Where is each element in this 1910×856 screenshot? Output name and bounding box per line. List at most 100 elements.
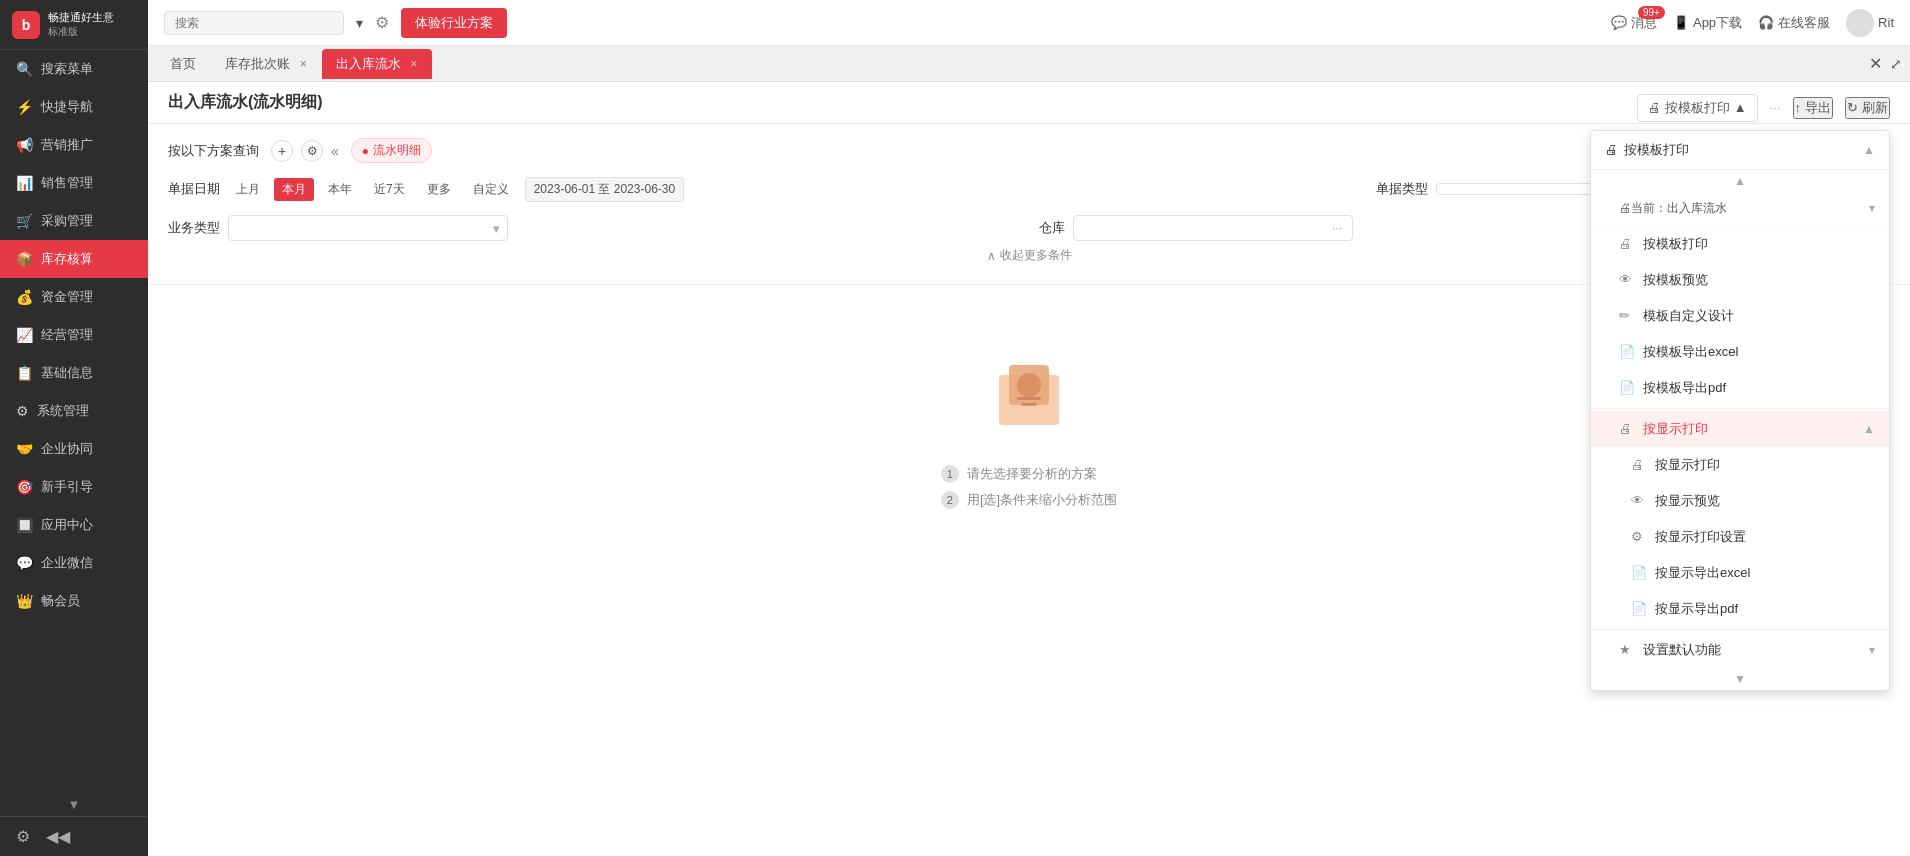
settings-icon[interactable]: ⚙ <box>16 827 30 846</box>
tab-batch-close[interactable]: × <box>300 57 307 71</box>
dropdown-scroll-up[interactable]: ▲ <box>1591 170 1889 192</box>
messages-btn[interactable]: 💬 消息 99+ <box>1611 14 1657 32</box>
chevron-up-icon: ∧ <box>987 249 996 263</box>
dropdown-chevron-up[interactable]: ▲ <box>1863 143 1875 157</box>
business-type-select-wrapper <box>228 215 508 241</box>
doc-type-label: 单据类型 <box>1376 180 1428 198</box>
sidebar-item-marketing[interactable]: 📢 营销推广 <box>0 126 148 164</box>
dropdown-item-template-pdf[interactable]: 📄 按模板导出pdf <box>1591 370 1889 406</box>
enterprise-icon: 🤝 <box>16 441 33 457</box>
sidebar-scroll-down[interactable]: ▼ <box>0 793 148 816</box>
print-template-btn[interactable]: 🖨 按模板打印 ▲ <box>1637 94 1758 122</box>
tabs-expand-icon[interactable]: ⤢ <box>1890 56 1902 72</box>
filter-setting-btn[interactable]: ⚙ <box>301 140 323 162</box>
dropdown-item-display-settings[interactable]: ⚙ 按显示打印设置 <box>1591 519 1889 555</box>
date-this-year[interactable]: 本年 <box>320 178 360 201</box>
svg-point-2 <box>1017 373 1041 397</box>
topbar-gear-icon[interactable]: ⚙ <box>375 13 389 32</box>
dropdown-item-display-excel[interactable]: 📄 按显示导出excel <box>1591 555 1889 591</box>
svg-rect-4 <box>1021 403 1037 406</box>
online-service-btn[interactable]: 🎧 在线客服 <box>1758 14 1830 32</box>
headset-icon: 🎧 <box>1758 15 1774 30</box>
sidebar-item-search-menu[interactable]: 🔍 搜索菜单 <box>0 50 148 88</box>
industry-btn[interactable]: 体验行业方案 <box>401 8 507 38</box>
tab-flow-close[interactable]: × <box>410 57 417 71</box>
dropdown-item-template-print[interactable]: 🖨 按模板打印 <box>1591 226 1889 262</box>
date-more[interactable]: 更多 <box>419 178 459 201</box>
dropdown-template-excel-icon: 📄 <box>1619 344 1635 359</box>
page-actions: 🖨 按模板打印 ▲ ··· ↑ 导出 ↻ 刷新 <box>1637 94 1890 122</box>
date-custom[interactable]: 自定义 <box>465 178 517 201</box>
empty-step-1: 1 请先选择要分析的方案 <box>941 465 1117 483</box>
vip-icon: 👑 <box>16 593 33 609</box>
sidebar-item-system[interactable]: ⚙ 系统管理 <box>0 392 148 430</box>
tab-batch[interactable]: 库存批次账 × <box>211 49 322 79</box>
sidebar-item-app-center[interactable]: 🔲 应用中心 <box>0 506 148 544</box>
dropdown-item-set-default[interactable]: ★ 设置默认功能 ▾ <box>1591 632 1889 668</box>
filter-type-tag[interactable]: ● 流水明细 <box>351 138 432 163</box>
sidebar-item-purchase[interactable]: 🛒 采购管理 <box>0 202 148 240</box>
empty-step-2: 2 用[选]条件来缩小分析范围 <box>941 491 1117 509</box>
tab-flow[interactable]: 出入库流水 × <box>322 49 433 79</box>
page-actions-wrapper: 🖨 按模板打印 ▲ ··· ↑ 导出 ↻ 刷新 <box>1637 94 1890 122</box>
filter-tag-icon: ● <box>362 144 369 158</box>
filter-collapse-btn[interactable]: « <box>331 143 339 159</box>
date-range-display[interactable]: 2023-06-01 至 2023-06-30 <box>525 177 684 202</box>
dropdown-divider-1 <box>1591 408 1889 409</box>
sidebar-logo: b 畅捷通好生意 标准版 <box>0 0 148 50</box>
finance-icon: 💰 <box>16 289 33 305</box>
operation-icon: 📈 <box>16 327 33 343</box>
user-avatar[interactable]: Rit <box>1846 9 1894 37</box>
sidebar-item-inventory[interactable]: 📦 库存核算 <box>0 240 148 278</box>
collapse-icon[interactable]: ◀◀ <box>46 827 70 846</box>
topbar-dropdown-icon[interactable]: ▾ <box>356 15 363 31</box>
date-last-month[interactable]: 上月 <box>228 178 268 201</box>
filter-add-btn[interactable]: + <box>271 140 293 162</box>
page-header: 出入库流水(流水明细) 🖨 按模板打印 ▲ ··· ↑ 导出 ↻ 刷 <box>148 82 1910 124</box>
filter-tag-label: 流水明细 <box>373 142 421 159</box>
sidebar-item-quick-nav[interactable]: ⚡ 快捷导航 <box>0 88 148 126</box>
date-this-month[interactable]: 本月 <box>274 178 314 201</box>
business-type-select[interactable] <box>228 215 508 241</box>
dropdown-display-print-icon: 🖨 <box>1631 457 1647 472</box>
sidebar-item-vip[interactable]: 👑 畅会员 <box>0 582 148 620</box>
filter-col-date: 单据日期 上月 本月 本年 近7天 更多 自定义 2023-06-01 至 20… <box>168 177 1356 202</box>
tab-home[interactable]: 首页 <box>156 49 211 79</box>
dropdown-item-template-preview[interactable]: 👁 按模板预览 <box>1591 262 1889 298</box>
sidebar-item-operation[interactable]: 📈 经营管理 <box>0 316 148 354</box>
date-last-7[interactable]: 近7天 <box>366 178 413 201</box>
app-download-btn[interactable]: 📱 App下载 <box>1673 14 1742 32</box>
sidebar-item-wechat[interactable]: 💬 企业微信 <box>0 544 148 582</box>
date-label: 单据日期 <box>168 180 220 198</box>
dropdown-scroll-down[interactable]: ▼ <box>1591 668 1889 690</box>
inventory-icon: 📦 <box>16 251 33 267</box>
tabs-close-all-icon[interactable]: ✕ <box>1869 54 1882 73</box>
sidebar-item-basic[interactable]: 📋 基础信息 <box>0 354 148 392</box>
topbar-search-input[interactable] <box>164 11 344 35</box>
dropdown-item-template-custom[interactable]: ✏ 模板自定义设计 <box>1591 298 1889 334</box>
dropdown-current-item: 🖨 当前：出入库流水 ▾ <box>1591 192 1889 226</box>
dropdown-item-display-pdf[interactable]: 📄 按显示导出pdf <box>1591 591 1889 627</box>
logo-sub: 标准版 <box>48 25 114 39</box>
refresh-btn[interactable]: ↻ 刷新 <box>1845 97 1890 119</box>
warehouse-more-icon[interactable]: ··· <box>1332 221 1342 235</box>
dropdown-current-label: 当前：出入库流水 <box>1631 200 1727 217</box>
warehouse-field[interactable]: ··· <box>1073 215 1353 241</box>
dropdown-template-preview-icon: 👁 <box>1619 272 1635 287</box>
dropdown-header: 🖨 按模板打印 ▲ <box>1591 131 1889 170</box>
dropdown-item-display-print[interactable]: 🖨 按显示打印 <box>1591 447 1889 483</box>
sidebar-item-enterprise[interactable]: 🤝 企业协同 <box>0 430 148 468</box>
username-label: Rit <box>1878 15 1894 30</box>
sidebar-item-sales[interactable]: 📊 销售管理 <box>0 164 148 202</box>
basic-icon: 📋 <box>16 365 33 381</box>
dropdown-item-template-excel[interactable]: 📄 按模板导出excel <box>1591 334 1889 370</box>
export-btn[interactable]: ↑ 导出 <box>1793 97 1834 119</box>
topbar: ▾ ⚙ 体验行业方案 💬 消息 99+ 📱 App下载 🎧 在线客服 Rit <box>148 0 1910 46</box>
content-area: 出入库流水(流水明细) 🖨 按模板打印 ▲ ··· ↑ 导出 ↻ 刷 <box>148 82 1910 856</box>
dropdown-panel: 🖨 按模板打印 ▲ ▲ 🖨 当前：出入库流水 ▾ 🖨 <box>1590 130 1890 691</box>
svg-rect-3 <box>1017 397 1041 400</box>
sidebar-item-guide[interactable]: 🎯 新手引导 <box>0 468 148 506</box>
sidebar-item-finance[interactable]: 💰 资金管理 <box>0 278 148 316</box>
dropdown-item-display-preview[interactable]: 👁 按显示预览 <box>1591 483 1889 519</box>
dropdown-item-display-print-parent[interactable]: 🖨 按显示打印 ▲ <box>1591 411 1889 447</box>
